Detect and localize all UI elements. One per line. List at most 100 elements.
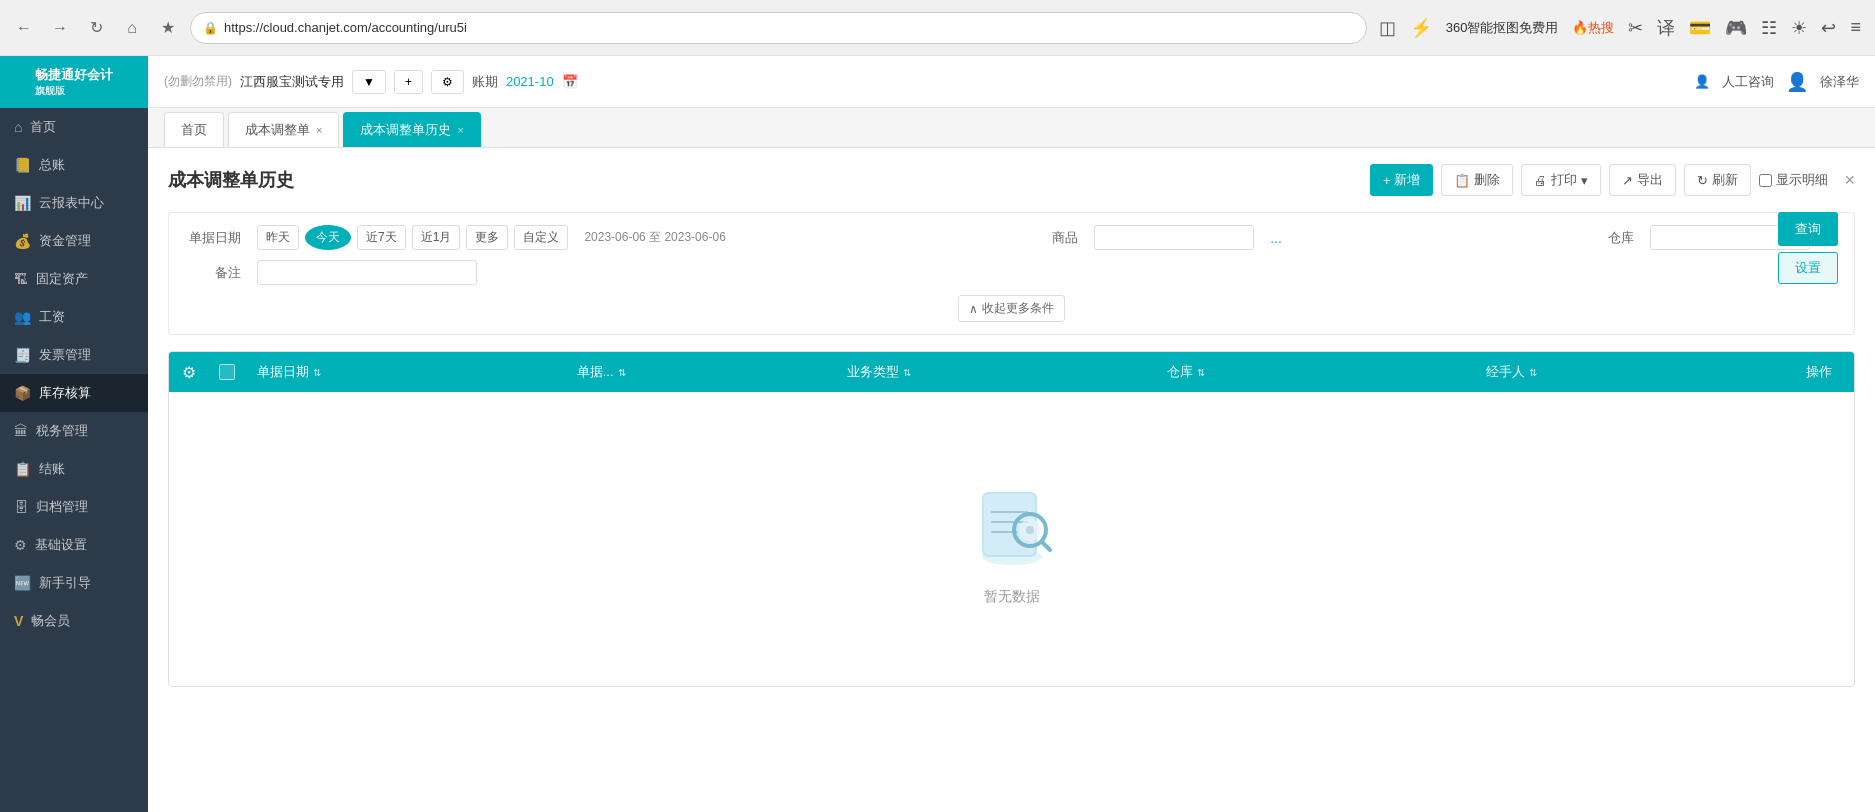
- th-settings[interactable]: ⚙: [169, 363, 209, 382]
- sidebar-item-guide[interactable]: 🆕 新手引导: [0, 564, 148, 602]
- undo-icon[interactable]: ↩: [1817, 13, 1840, 43]
- back-button[interactable]: ←: [10, 14, 38, 42]
- tab-cost-adjust-close[interactable]: ×: [316, 124, 322, 136]
- th-biztype[interactable]: 业务类型 ⇅: [835, 363, 1155, 381]
- lightning-icon[interactable]: ⚡: [1406, 13, 1436, 43]
- th-voucherid-sort-icon[interactable]: ⇅: [618, 367, 626, 378]
- home-button[interactable]: ⌂: [118, 14, 146, 42]
- refresh-button[interactable]: ↻ 刷新: [1684, 164, 1751, 196]
- tax-icon: 🏛: [14, 423, 28, 439]
- top-bar: (勿删勿禁用) 江西服宝测试专用 ▼ + ⚙ 账期 2021-10 📅 👤 人工…: [148, 56, 1875, 108]
- user-label[interactable]: 徐泽华: [1820, 73, 1859, 91]
- th-warehouse-sort-icon[interactable]: ⇅: [1197, 367, 1205, 378]
- company-dropdown-button[interactable]: ▼: [352, 70, 386, 94]
- top-bar-left: (勿删勿禁用) 江西服宝测试专用 ▼ + ⚙ 账期 2021-10 📅: [164, 70, 578, 94]
- sidebar-item-fixed-assets[interactable]: 🏗 固定资产: [0, 260, 148, 298]
- tab-home[interactable]: 首页: [164, 112, 224, 147]
- star-button[interactable]: ★: [154, 14, 182, 42]
- calendar-icon[interactable]: 📅: [562, 74, 578, 89]
- tab-history-close[interactable]: ×: [457, 124, 463, 136]
- query-button[interactable]: 查询: [1778, 212, 1838, 246]
- empty-text: 暂无数据: [984, 588, 1040, 606]
- search-addon[interactable]: 360智能抠图免费用: [1442, 15, 1563, 41]
- tab-cost-adjust[interactable]: 成本调整单 ×: [228, 112, 339, 147]
- th-date-sort-icon[interactable]: ⇅: [313, 367, 321, 378]
- company-settings-button[interactable]: ⚙: [431, 70, 464, 94]
- reports-icon: 📊: [14, 195, 31, 211]
- panel-close-button[interactable]: ×: [1844, 170, 1855, 191]
- sidebar-label-checkout: 结账: [39, 460, 65, 478]
- sidebar-item-invoice[interactable]: 🧾 发票管理: [0, 336, 148, 374]
- sidebar-item-checkout[interactable]: 📋 结账: [0, 450, 148, 488]
- game-icon[interactable]: 🎮: [1721, 13, 1751, 43]
- sidebar-label-inventory: 库存核算: [39, 384, 91, 402]
- date-7days-btn[interactable]: 近7天: [357, 225, 406, 250]
- sidebar-item-membership[interactable]: V 畅会员: [0, 602, 148, 640]
- date-more-btn[interactable]: 更多: [466, 225, 508, 250]
- company-name: 江西服宝测试专用: [240, 73, 344, 91]
- date-yesterday-btn[interactable]: 昨天: [257, 225, 299, 250]
- th-ops: 操作: [1794, 363, 1854, 381]
- column-settings-icon[interactable]: ⚙: [182, 363, 196, 382]
- address-bar[interactable]: 🔒 https://cloud.chanjet.com/accounting/u…: [190, 12, 1367, 44]
- sidebar-item-inventory[interactable]: 📦 库存核算: [0, 374, 148, 412]
- new-button[interactable]: + 新增: [1370, 164, 1434, 196]
- th-warehouse[interactable]: 仓库 ⇅: [1155, 363, 1475, 381]
- print-icon: 🖨: [1534, 173, 1547, 188]
- sidebar-label-reports: 云报表中心: [39, 194, 104, 212]
- grid-icon[interactable]: ☷: [1757, 13, 1781, 43]
- cut-icon[interactable]: ✂: [1624, 13, 1647, 43]
- refresh-button[interactable]: ↻: [82, 14, 110, 42]
- export-button[interactable]: ↗ 导出: [1609, 164, 1676, 196]
- filter-row-date: 单据日期 昨天 今天 近7天 近1月 更多 自定义 2023-06-06 至 2…: [185, 225, 1838, 250]
- show-detail-checkbox[interactable]: [1759, 174, 1772, 187]
- table-container: ⚙ 单据日期 ⇅ 单据... ⇅ 业务类型 ⇅: [168, 351, 1855, 687]
- th-warehouse-label: 仓库: [1167, 363, 1193, 381]
- date-custom-btn[interactable]: 自定义: [514, 225, 568, 250]
- wallet-icon[interactable]: 💳: [1685, 13, 1715, 43]
- th-handler-sort-icon[interactable]: ⇅: [1529, 367, 1537, 378]
- extensions-icon[interactable]: ◫: [1375, 13, 1400, 43]
- sidebar-item-payroll[interactable]: 👥 工资: [0, 298, 148, 336]
- goods-filter-input[interactable]: [1094, 225, 1254, 250]
- show-detail-checkbox-label[interactable]: 显示明细: [1759, 171, 1828, 189]
- filter-settings-button[interactable]: 设置: [1778, 252, 1838, 284]
- date-filter-buttons: 昨天 今天 近7天 近1月 更多 自定义: [257, 225, 568, 250]
- th-voucherid[interactable]: 单据... ⇅: [565, 363, 835, 381]
- fund-icon: 💰: [14, 233, 31, 249]
- app-container: 畅捷通好会计 旗舰版 ⌂ 首页 📒 总账 📊 云报表中心 💰 资金管理 🏗 固定…: [0, 56, 1875, 812]
- settings-icon: ⚙: [14, 537, 27, 553]
- sidebar-item-tax[interactable]: 🏛 税务管理: [0, 412, 148, 450]
- sidebar-item-archive[interactable]: 🗄 归档管理: [0, 488, 148, 526]
- delete-button[interactable]: 📋 删除: [1441, 164, 1513, 196]
- collapse-button[interactable]: ∧ 收起更多条件: [958, 295, 1065, 322]
- menu-icon[interactable]: ≡: [1846, 13, 1865, 42]
- hot-search[interactable]: 🔥热搜: [1568, 15, 1618, 41]
- select-all-checkbox[interactable]: [219, 364, 235, 380]
- th-handler[interactable]: 经手人 ⇅: [1474, 363, 1794, 381]
- th-checkbox[interactable]: [209, 364, 245, 380]
- membership-icon: V: [14, 613, 23, 629]
- sidebar-item-home[interactable]: ⌂ 首页: [0, 108, 148, 146]
- sidebar-item-settings[interactable]: ⚙ 基础设置: [0, 526, 148, 564]
- print-button[interactable]: 🖨 打印 ▾: [1521, 164, 1601, 196]
- checkout-icon: 📋: [14, 461, 31, 477]
- brightness-icon[interactable]: ☀: [1787, 13, 1811, 43]
- remark-filter-input[interactable]: [257, 260, 477, 285]
- sidebar-item-reports[interactable]: 📊 云报表中心: [0, 184, 148, 222]
- consult-label[interactable]: 人工咨询: [1722, 73, 1774, 91]
- date-1month-btn[interactable]: 近1月: [412, 225, 461, 250]
- goods-more-icon[interactable]: ...: [1270, 230, 1282, 246]
- sidebar-item-general-ledger[interactable]: 📒 总账: [0, 146, 148, 184]
- lock-icon: 🔒: [203, 21, 218, 35]
- home-icon: ⌂: [14, 119, 22, 135]
- add-company-button[interactable]: +: [394, 70, 423, 94]
- sidebar-item-fund[interactable]: 💰 资金管理: [0, 222, 148, 260]
- tab-cost-adjust-history[interactable]: 成本调整单历史 ×: [343, 112, 480, 147]
- date-today-btn[interactable]: 今天: [305, 225, 351, 250]
- forward-button[interactable]: →: [46, 14, 74, 42]
- sidebar-label-ledger: 总账: [39, 156, 65, 174]
- translate-icon[interactable]: 译: [1653, 12, 1679, 44]
- th-date[interactable]: 单据日期 ⇅: [245, 363, 565, 381]
- th-biztype-sort-icon[interactable]: ⇅: [903, 367, 911, 378]
